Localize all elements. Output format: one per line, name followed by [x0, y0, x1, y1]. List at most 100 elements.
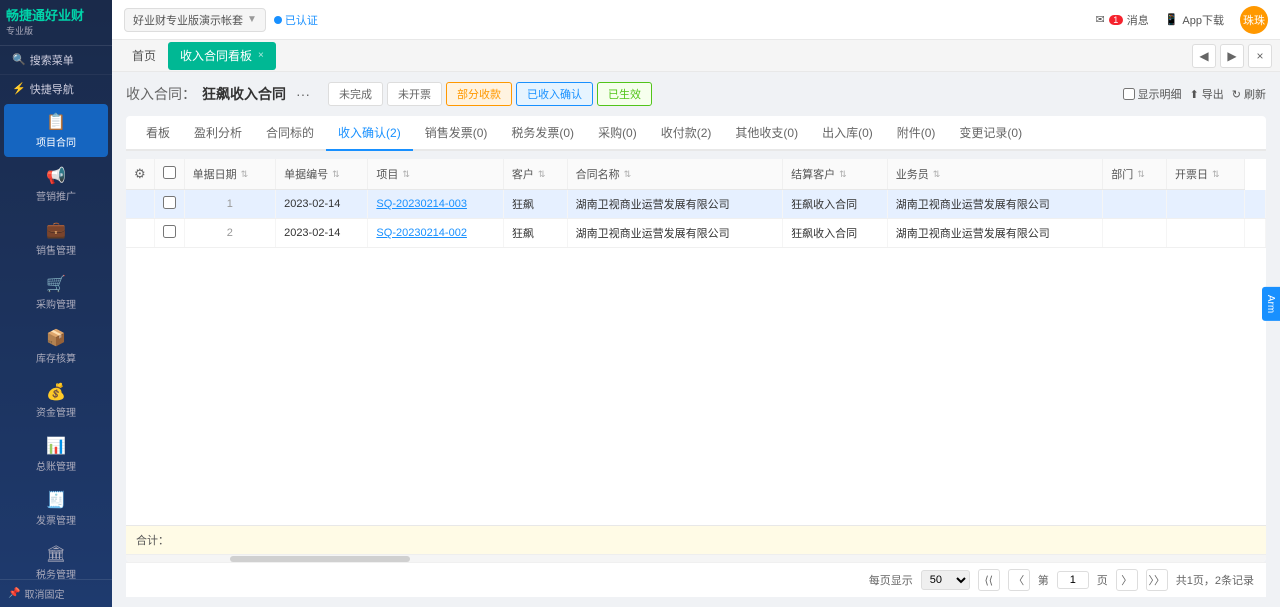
sort-icon-contract[interactable]: ⇅: [624, 169, 632, 180]
scrollbar-thumb[interactable]: [230, 556, 410, 562]
search-icon: 🔍: [12, 53, 26, 66]
tab-home[interactable]: 首页: [120, 42, 168, 70]
sort-icon-settle[interactable]: ⇅: [839, 169, 847, 180]
refresh-btn[interactable]: ↻ 刷新: [1232, 86, 1266, 102]
sidebar-item-invoice[interactable]: 🧾发票管理: [4, 482, 108, 535]
tab-close-btn[interactable]: ×: [1248, 44, 1272, 68]
app-download-action[interactable]: 📱 App下载: [1165, 12, 1224, 28]
inventory-icon: 📦: [46, 328, 66, 348]
app-download-label: App下载: [1182, 12, 1224, 28]
row-number-0[interactable]: SQ-20230214-003: [368, 190, 504, 219]
message-action[interactable]: ✉ 1 消息: [1096, 12, 1149, 28]
row-contract-name-1: 狂飙收入合同: [783, 219, 888, 248]
pagination: 每页显示 50 20 100 ⟨⟨ 〈 第 页 〉 〉〉 共1页，2条记录: [126, 562, 1266, 597]
sidebar-item-purchase[interactable]: 🛒采购管理: [4, 266, 108, 319]
sort-icon-date[interactable]: ⇅: [241, 169, 249, 180]
sidebar-search[interactable]: 🔍 搜索菜单: [0, 46, 112, 75]
sidebar-item-general[interactable]: 📊总账管理: [4, 428, 108, 481]
inner-tab-采购[interactable]: 采购(0): [586, 116, 649, 151]
inner-tab-看板[interactable]: 看板: [134, 116, 182, 151]
sidebar-item-label-invoice: 发票管理: [36, 512, 76, 527]
more-options-btn[interactable]: ···: [296, 86, 310, 102]
row-number-link-1[interactable]: SQ-20230214-002: [376, 227, 467, 239]
inner-tab-附件[interactable]: 附件(0): [885, 116, 948, 151]
th-department-label: 部门: [1111, 166, 1133, 182]
company-selector[interactable]: 好业财专业版演示帐套 ▼: [124, 8, 266, 32]
sort-icon-customer[interactable]: ⇅: [538, 169, 546, 180]
sidebar-item-sales[interactable]: 💼销售管理: [4, 212, 108, 265]
export-btn[interactable]: ⬆ 导出: [1190, 86, 1224, 102]
inner-tab-出入库[interactable]: 出入库(0): [810, 116, 885, 151]
row-checkbox-0[interactable]: [163, 196, 176, 209]
certified-text: 已认证: [285, 12, 318, 28]
inner-tab-税务发票[interactable]: 税务发票(0): [499, 116, 586, 151]
horizontal-scrollbar[interactable]: [126, 554, 1266, 562]
right-float-btn[interactable]: Arm: [1262, 286, 1280, 320]
inner-tab-收入确认[interactable]: 收入确认(2): [326, 116, 413, 151]
sidebar-item-inventory[interactable]: 📦库存核算: [4, 320, 108, 373]
tab-next-btn[interactable]: ▶: [1220, 44, 1244, 68]
sidebar-item-tax[interactable]: 🏛税务管理: [4, 536, 108, 579]
sort-icon-dept[interactable]: ⇅: [1137, 169, 1145, 180]
status-btn-已生效[interactable]: 已生效: [597, 82, 652, 106]
sort-icon-salesperson[interactable]: ⇅: [933, 169, 941, 180]
app-logo: 畅捷通好业财 专业版: [0, 0, 112, 46]
export-icon: ⬆: [1190, 88, 1199, 101]
row-checkbox-1[interactable]: [163, 225, 176, 238]
th-salesperson-label: 业务员: [896, 166, 929, 182]
tab-close-icon[interactable]: ×: [258, 50, 264, 61]
status-btn-未开票[interactable]: 未开票: [387, 82, 442, 106]
sidebar-quick-nav-label: 快捷导航: [30, 81, 74, 97]
row-check-0[interactable]: [154, 190, 184, 219]
th-customer: 客户⇅: [503, 159, 567, 190]
sidebar-item-label-marketing: 营销推广: [36, 188, 76, 203]
prev-page-btn[interactable]: 〈: [1008, 569, 1030, 591]
tab-contract-board[interactable]: 收入合同看板 ×: [168, 42, 276, 70]
row-salesperson-0: [1103, 190, 1167, 219]
status-btn-部分收款[interactable]: 部分收款: [446, 82, 512, 106]
row-settings-0: [126, 190, 154, 219]
inner-tab-其他收支[interactable]: 其他收支(0): [723, 116, 810, 151]
marketing-icon: 📢: [46, 166, 66, 186]
sidebar-item-marketing[interactable]: 📢 营销推广: [4, 158, 108, 211]
row-number-1[interactable]: SQ-20230214-002: [368, 219, 504, 248]
company-name: 好业财专业版演示帐套: [133, 12, 243, 28]
row-settle-0: 湖南卫视商业运营发展有限公司: [887, 190, 1103, 219]
table-wrapper[interactable]: ⚙ 单据日期⇅ 单据编号⇅ 项目⇅ 客户⇅ 合同名称⇅ 结算客户⇅ 业务员⇅: [126, 159, 1266, 525]
next-page-btn[interactable]: 〉: [1116, 569, 1138, 591]
row-department-1: [1166, 219, 1244, 248]
main-content: 好业财专业版演示帐套 ▼ 已认证 ✉ 1 消息 📱 App下载 珠珠: [112, 0, 1280, 607]
row-department-0: [1166, 190, 1244, 219]
page-number-input[interactable]: [1057, 571, 1089, 589]
sort-icon-open-date[interactable]: ⇅: [1212, 169, 1220, 180]
status-btn-已收入确认[interactable]: 已收入确认: [516, 82, 593, 106]
sort-icon-number[interactable]: ⇅: [332, 169, 340, 180]
sort-icon-project[interactable]: ⇅: [402, 169, 410, 180]
inner-tab-盈利分析[interactable]: 盈利分析: [182, 116, 254, 151]
inner-tab-收付款[interactable]: 收付款(2): [649, 116, 724, 151]
avatar[interactable]: 珠珠: [1240, 6, 1268, 34]
sidebar-item-funds[interactable]: 💰资金管理: [4, 374, 108, 427]
th-project: 项目⇅: [368, 159, 504, 190]
th-department: 部门 ⇅: [1103, 159, 1167, 190]
sidebar-item-project[interactable]: 📋项目合同: [4, 104, 108, 157]
status-btn-未完成[interactable]: 未完成: [328, 82, 383, 106]
show-detail-checkbox[interactable]: [1123, 88, 1135, 100]
per-page-select[interactable]: 50 20 100: [921, 570, 970, 590]
inner-tab-变更记录[interactable]: 变更记录(0): [947, 116, 1034, 151]
last-page-btn[interactable]: 〉〉: [1146, 569, 1168, 591]
sidebar-item-label-tax: 税务管理: [36, 566, 76, 579]
gear-icon[interactable]: ⚙: [134, 166, 146, 181]
sidebar-pin-toggle[interactable]: 📌 取消固定: [0, 579, 112, 607]
row-open-date-0: [1244, 190, 1265, 219]
row-number-link-0[interactable]: SQ-20230214-003: [376, 198, 467, 210]
select-all-checkbox[interactable]: [163, 166, 176, 179]
inner-tab-合同标的[interactable]: 合同标的: [254, 116, 326, 151]
contract-title-area: 收入合同： 狂飙收入合同 ··· 未完成未开票部分收款已收入确认已生效: [126, 82, 652, 106]
row-check-1[interactable]: [154, 219, 184, 248]
first-page-btn[interactable]: ⟨⟨: [978, 569, 1000, 591]
tab-prev-btn[interactable]: ◀: [1192, 44, 1216, 68]
show-detail-toggle[interactable]: 显示明细: [1123, 86, 1182, 102]
inner-tab-销售发票[interactable]: 销售发票(0): [413, 116, 500, 151]
sidebar-quick-nav[interactable]: ⚡ 快捷导航: [0, 75, 112, 103]
